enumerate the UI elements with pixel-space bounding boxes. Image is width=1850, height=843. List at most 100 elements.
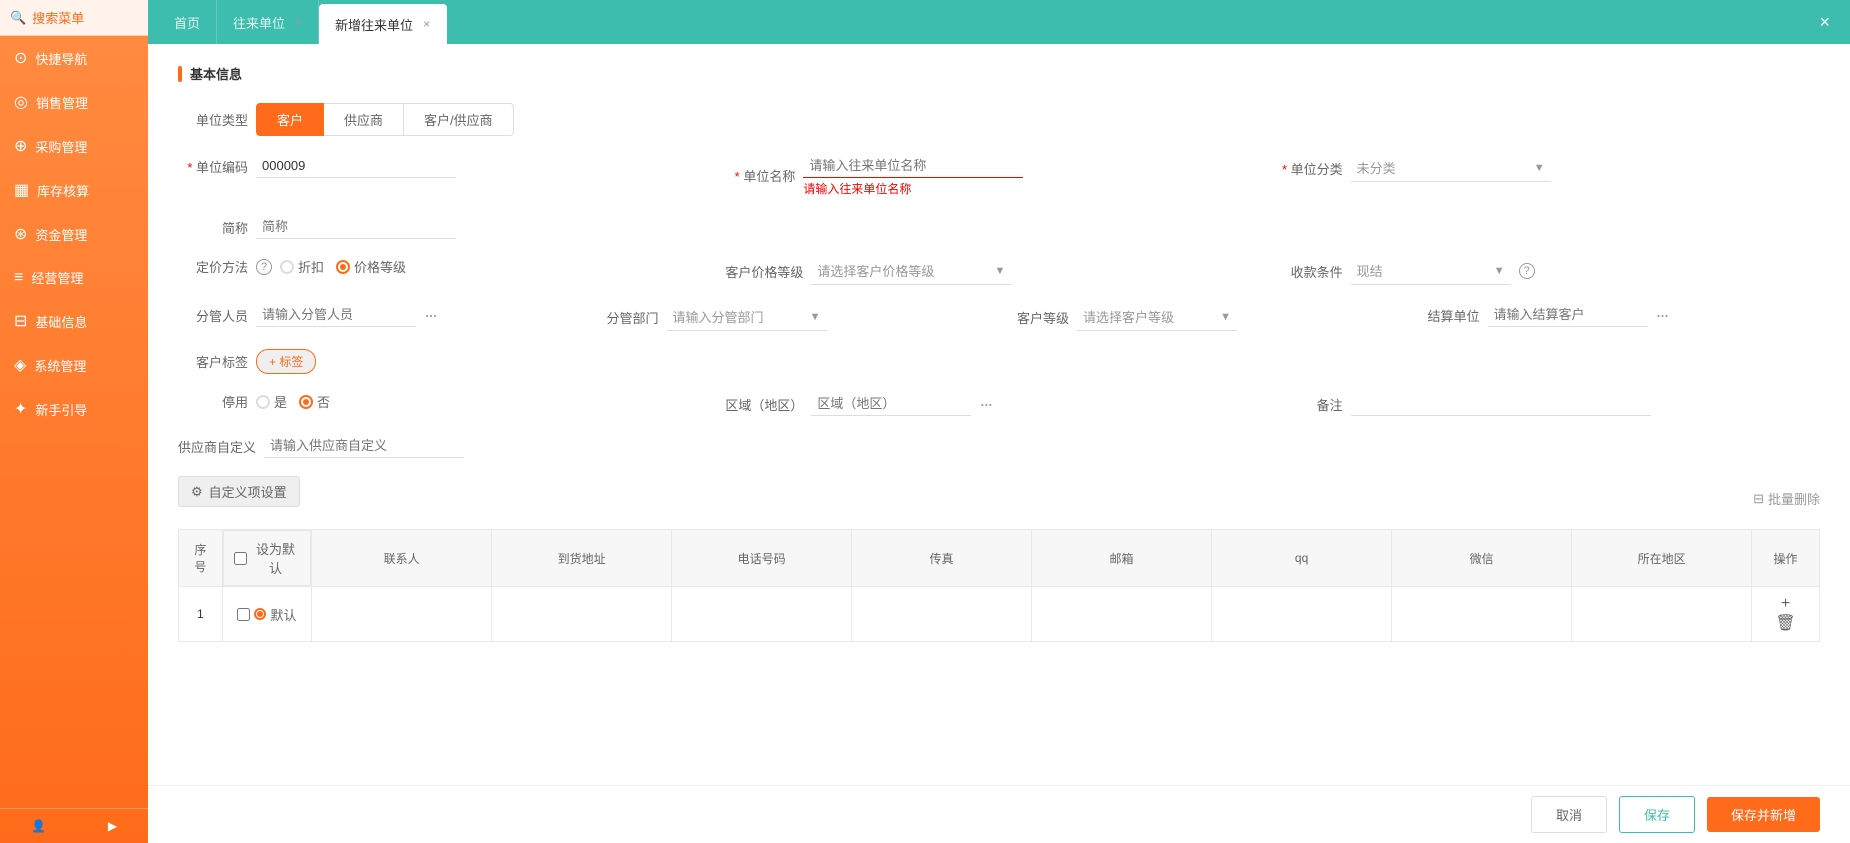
custom-settings-button[interactable]: ⚙ 自定义项设置 [178,476,300,507]
settlement-unit-input[interactable] [1488,303,1648,327]
disabled-no-label: 否 [317,392,330,411]
address-input[interactable] [502,607,661,622]
qq-input[interactable] [1222,607,1381,622]
customer-level-chevron-icon: ▼ [1220,311,1231,323]
disabled-yes-radio[interactable]: 是 [256,392,287,411]
email-input[interactable] [1042,607,1201,622]
pricing-level-radio-circle [336,260,350,274]
add-tag-button[interactable]: + 标签 [256,349,316,374]
remarks-input[interactable] [1351,392,1651,416]
unit-type-field: 单位类型 客户 供应商 客户/供应商 [178,103,1820,136]
sidebar-item-basic-info[interactable]: ⊟ 基础信息 [0,299,148,343]
manager-input[interactable] [256,303,416,327]
tab-new-contact[interactable]: 新增往来单位 × [319,4,447,44]
region-more-icon[interactable]: ··· [979,394,991,415]
unit-name-label: 单位名称 [725,166,795,185]
custom-settings-label: 自定义项设置 [209,482,287,501]
abbr-input[interactable] [256,215,456,239]
pricing-level-label: 价格等级 [354,257,406,276]
save-new-button[interactable]: 保存并新增 [1707,797,1820,832]
tab-new-contact-label: 新增往来单位 [335,15,413,34]
pricing-discount-label: 折扣 [298,257,324,276]
sidebar-item-sales[interactable]: ◎ 销售管理 [0,80,148,124]
cell-contact[interactable] [312,587,492,642]
default-radio[interactable]: 默认 [254,605,296,624]
pricing-level-radio[interactable]: 价格等级 [336,257,406,276]
tab-contacts[interactable]: 往来单位 × [217,0,319,44]
fax-input[interactable] [862,607,1021,622]
search-menu[interactable]: 🔍 搜索菜单 [0,0,148,36]
cell-default: 默认 [222,587,311,642]
disabled-no-radio[interactable]: 否 [299,392,330,411]
sidebar-item-inventory[interactable]: ▦ 库存核算 [0,168,148,212]
customer-price-level-select[interactable]: 请选择客户价格等级 ▼ [811,257,1011,285]
sidebar-item-purchase[interactable]: ⊕ 采购管理 [0,124,148,168]
cancel-button[interactable]: 取消 [1531,796,1607,833]
main-area: 首页 往来单位 × 新增往来单位 × × 基本信息 单位类型 客户 供应商 客户… [148,0,1850,843]
search-icon: 🔍 [10,10,26,26]
unit-category-select[interactable]: 未分类 ▼ [1351,154,1551,182]
table-section: ⚙ 自定义项设置 ⊟ 批量删除 序号 设为默认 联系人 [178,476,1820,642]
sidebar-item-operations[interactable]: ≡ 经营管理 [0,256,148,299]
supplier-custom-input[interactable] [264,434,464,458]
cell-qq[interactable] [1212,587,1392,642]
cell-email[interactable] [1032,587,1212,642]
tab-contacts-close[interactable]: × [295,15,302,29]
col-action: 操作 [1752,530,1820,587]
cell-address[interactable] [492,587,672,642]
unit-name-input[interactable] [803,154,1023,178]
tab-new-contact-close[interactable]: × [423,17,430,31]
department-select[interactable]: 请输入分管部门 ▼ [667,303,827,331]
abbr-row: 简称 [178,215,1820,239]
pricing-discount-radio[interactable]: 折扣 [280,257,324,276]
department-placeholder: 请输入分管部门 [673,307,764,326]
department-label: 分管部门 [589,308,659,327]
pricing-method-help-icon[interactable]: ? [256,259,272,275]
phone-input[interactable] [682,607,841,622]
sidebar-user-icon[interactable]: 👤 [31,819,46,833]
unit-code-input[interactable] [256,154,456,178]
cell-wechat[interactable] [1392,587,1572,642]
region-table-input[interactable] [1582,607,1741,622]
manager-more-icon[interactable]: ··· [424,305,436,326]
cell-action: + 🗑 [1752,587,1820,642]
unit-type-both-btn[interactable]: 客户/供应商 [404,103,514,136]
settlement-unit-field: 结算单位 ··· [1410,303,1821,327]
customer-level-field: 客户等级 请选择客户等级 ▼ [999,303,1410,331]
col-qq: qq [1212,530,1392,587]
sidebar-bottom: 👤 ▶ [0,808,148,843]
delete-row-icon[interactable]: 🗑 [1771,615,1799,632]
region-input[interactable] [811,392,971,416]
tabbar-close-button[interactable]: × [1809,12,1840,33]
select-all-checkbox[interactable] [234,552,247,565]
cell-fax[interactable] [852,587,1032,642]
sidebar-item-quick-nav[interactable]: ⊙ 快捷导航 [0,36,148,80]
sidebar-item-system[interactable]: ◈ 系统管理 [0,343,148,387]
batch-delete-icon: ⊟ [1753,491,1764,507]
save-button[interactable]: 保存 [1619,796,1695,833]
unit-category-value: 未分类 [1357,158,1396,177]
add-row-icon[interactable]: + [1777,595,1794,612]
sidebar-item-guide[interactable]: ✦ 新手引导 [0,387,148,431]
col-contact: 联系人 [312,530,492,587]
payment-terms-select[interactable]: 现结 ▼ [1351,257,1511,285]
unit-type-customer-btn[interactable]: 客户 [256,103,324,136]
search-menu-label: 搜索菜单 [32,8,84,27]
remarks-field: 备注 [1273,392,1820,416]
content-area: 基本信息 单位类型 客户 供应商 客户/供应商 单位编码 单位名称 [148,44,1850,785]
cell-phone[interactable] [672,587,852,642]
batch-delete-button[interactable]: ⊟ 批量删除 [1753,489,1820,508]
unit-type-supplier-btn[interactable]: 供应商 [324,103,404,136]
settlement-unit-more-icon[interactable]: ··· [1656,305,1668,326]
sidebar-expand-icon[interactable]: ▶ [108,819,117,833]
wechat-input[interactable] [1402,607,1561,622]
row-checkbox[interactable] [237,608,250,621]
customer-level-select[interactable]: 请选择客户等级 ▼ [1077,303,1237,331]
unit-name-error: 请输入往来单位名称 [803,180,1023,197]
sidebar-item-finance[interactable]: ⊛ 资金管理 [0,212,148,256]
tab-home[interactable]: 首页 [158,0,217,44]
contact-input[interactable] [322,607,481,622]
payment-terms-help-icon[interactable]: ? [1519,263,1535,279]
supplier-custom-row: 供应商自定义 [178,434,1820,458]
cell-region[interactable] [1572,587,1752,642]
